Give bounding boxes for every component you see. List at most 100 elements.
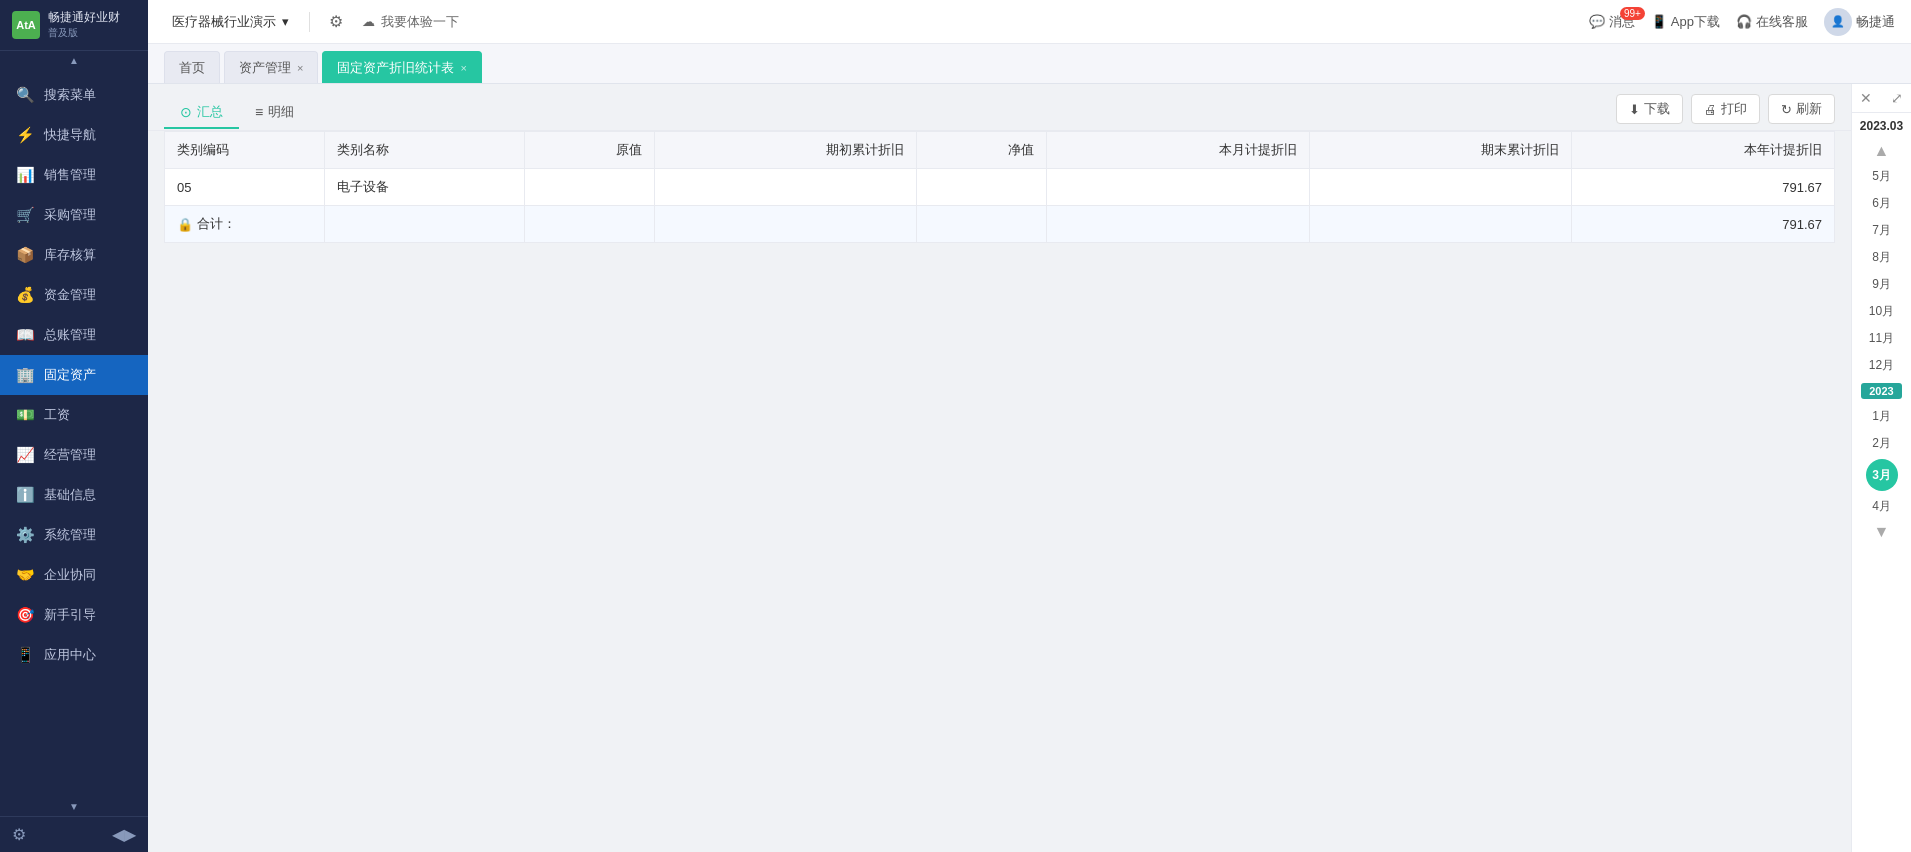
col-header-net: 净值: [917, 132, 1047, 169]
month-nav-down[interactable]: ▼: [1852, 520, 1911, 544]
sidebar-item-finance[interactable]: 💰 资金管理: [0, 275, 148, 315]
sidebar-item-label: 工资: [44, 406, 70, 424]
total-period-end-dep: [1309, 206, 1572, 243]
headset-icon: 🎧: [1736, 14, 1752, 29]
user-menu[interactable]: 👤 畅捷通: [1824, 8, 1895, 36]
year-marker-2023: 2023: [1861, 383, 1901, 399]
total-annual-dep: 791.67: [1572, 206, 1835, 243]
month-6[interactable]: 6月: [1852, 190, 1911, 217]
month-nav-up[interactable]: ▲: [1852, 139, 1911, 163]
cell-initial-dep: [654, 169, 917, 206]
sidebar-item-ledger[interactable]: 📖 总账管理: [0, 315, 148, 355]
tab-home-label: 首页: [179, 59, 205, 77]
tab-home[interactable]: 首页: [164, 51, 220, 83]
right-panel-close-icon[interactable]: ✕: [1860, 90, 1872, 106]
sidebar-item-sales[interactable]: 📊 销售管理: [0, 155, 148, 195]
sidebar-item-payroll[interactable]: 💵 工资: [0, 395, 148, 435]
tab-depreciation-report[interactable]: 固定资产折旧统计表 ×: [322, 51, 481, 83]
month-11[interactable]: 11月: [1852, 325, 1911, 352]
enterprise-icon: 🤝: [16, 566, 34, 584]
trial-button[interactable]: ☁ 我要体验一下: [362, 13, 459, 31]
sidebar-scroll-up[interactable]: ▲: [0, 51, 148, 71]
right-panel-expand-icon[interactable]: ⤢: [1891, 90, 1903, 106]
avatar: 👤: [1824, 8, 1852, 36]
sidebar-item-fixed-assets[interactable]: 🏢 固定资产: [0, 355, 148, 395]
month-2[interactable]: 2月: [1852, 430, 1911, 457]
sidebar-item-label: 新手引导: [44, 606, 96, 624]
messages-button[interactable]: 💬 消息 99: [1589, 13, 1635, 31]
sub-tab-detail[interactable]: ≡ 明细: [239, 97, 310, 129]
month-1[interactable]: 1月: [1852, 403, 1911, 430]
basic-info-icon: ℹ️: [16, 486, 34, 504]
online-support-button[interactable]: 🎧 在线客服: [1736, 13, 1808, 31]
sub-tab-detail-label: 明细: [268, 103, 294, 121]
total-name: [325, 206, 525, 243]
sidebar-item-label: 固定资产: [44, 366, 96, 384]
refresh-button[interactable]: ↻ 刷新: [1768, 94, 1835, 124]
main-area: 医疗器械行业演示 ▾ ⚙ ☁ 我要体验一下 💬 消息 99 📱 App下载 🎧 …: [148, 0, 1911, 852]
sidebar-item-app-center[interactable]: 📱 应用中心: [0, 635, 148, 675]
payroll-icon: 💵: [16, 406, 34, 424]
sidebar-item-purchase[interactable]: 🛒 采购管理: [0, 195, 148, 235]
sidebar-item-label: 快捷导航: [44, 126, 96, 144]
sidebar-item-label: 搜索菜单: [44, 86, 96, 104]
download-button[interactable]: ⬇ 下载: [1616, 94, 1683, 124]
sidebar-item-operations[interactable]: 📈 经营管理: [0, 435, 148, 475]
sidebar-logo: AtA 畅捷通好业财 普及版: [0, 0, 148, 51]
month-10[interactable]: 10月: [1852, 298, 1911, 325]
topbar-divider: [309, 12, 310, 32]
sidebar-item-quick-nav[interactable]: ⚡ 快捷导航: [0, 115, 148, 155]
tab-asset-manage-close[interactable]: ×: [297, 62, 303, 74]
sidebar-scroll-down[interactable]: ▼: [0, 796, 148, 816]
summary-icon: ⊙: [180, 104, 192, 120]
tab-depreciation-report-label: 固定资产折旧统计表: [337, 59, 454, 77]
trial-icon: ☁: [362, 14, 375, 29]
month-4[interactable]: 4月: [1852, 493, 1911, 520]
right-panel-header: ✕ ⤢: [1852, 84, 1911, 113]
month-12[interactable]: 12月: [1852, 352, 1911, 379]
settings-icon[interactable]: ⚙: [12, 825, 26, 844]
tab-asset-manage-label: 资产管理: [239, 59, 291, 77]
print-button[interactable]: 🖨 打印: [1691, 94, 1760, 124]
total-text: 合计：: [197, 215, 236, 233]
sidebar-item-label: 库存核算: [44, 246, 96, 264]
tab-depreciation-report-close[interactable]: ×: [460, 62, 466, 74]
sidebar-item-guide[interactable]: 🎯 新手引导: [0, 595, 148, 635]
month-8[interactable]: 8月: [1852, 244, 1911, 271]
total-initial-dep: [654, 206, 917, 243]
fixed-assets-icon: 🏢: [16, 366, 34, 384]
sidebar-item-enterprise[interactable]: 🤝 企业协同: [0, 555, 148, 595]
sub-tab-summary[interactable]: ⊙ 汇总: [164, 97, 239, 129]
refresh-label: 刷新: [1796, 100, 1822, 118]
sidebar-item-search[interactable]: 🔍 搜索菜单: [0, 75, 148, 115]
cell-name: 电子设备: [325, 169, 525, 206]
sidebar: AtA 畅捷通好业财 普及版 ▲ 🔍 搜索菜单 ⚡ 快捷导航 📊 销售管理 🛒 …: [0, 0, 148, 852]
app-download-button[interactable]: 📱 App下载: [1651, 13, 1720, 31]
system-icon: ⚙️: [16, 526, 34, 544]
sidebar-item-inventory[interactable]: 📦 库存核算: [0, 235, 148, 275]
sidebar-item-label: 资金管理: [44, 286, 96, 304]
month-3-active[interactable]: 3月: [1866, 459, 1898, 491]
right-panel-year-label: 2023.03: [1852, 113, 1911, 139]
refresh-icon: ↻: [1781, 102, 1792, 117]
company-selector[interactable]: 医疗器械行业演示 ▾: [164, 9, 297, 35]
sidebar-item-system[interactable]: ⚙️ 系统管理: [0, 515, 148, 555]
sidebar-bottom: ⚙ ◀▶: [0, 816, 148, 852]
month-9[interactable]: 9月: [1852, 271, 1911, 298]
tab-asset-manage[interactable]: 资产管理 ×: [224, 51, 318, 83]
col-header-original: 原值: [525, 132, 655, 169]
month-5[interactable]: 5月: [1852, 163, 1911, 190]
topbar-settings-button[interactable]: ⚙: [322, 8, 350, 36]
sidebar-item-basic-info[interactable]: ℹ️ 基础信息: [0, 475, 148, 515]
total-monthly-dep: [1047, 206, 1310, 243]
col-header-annual-dep: 本年计提折旧: [1572, 132, 1835, 169]
depreciation-table: 类别编码 类别名称 原值 期初累计折旧 净值 本月计提折旧 期末累计折旧 本年计…: [164, 131, 1835, 243]
inventory-icon: 📦: [16, 246, 34, 264]
detail-icon: ≡: [255, 104, 263, 120]
collapse-icon[interactable]: ◀▶: [112, 825, 136, 844]
table-row: 05 电子设备 791.67: [165, 169, 1835, 206]
month-list: ▲ 5月 6月 7月 8月 9月 10月 11月 12月 2023 1月 2月 …: [1852, 139, 1911, 852]
month-7[interactable]: 7月: [1852, 217, 1911, 244]
total-original: [525, 206, 655, 243]
cell-code: 05: [165, 169, 325, 206]
